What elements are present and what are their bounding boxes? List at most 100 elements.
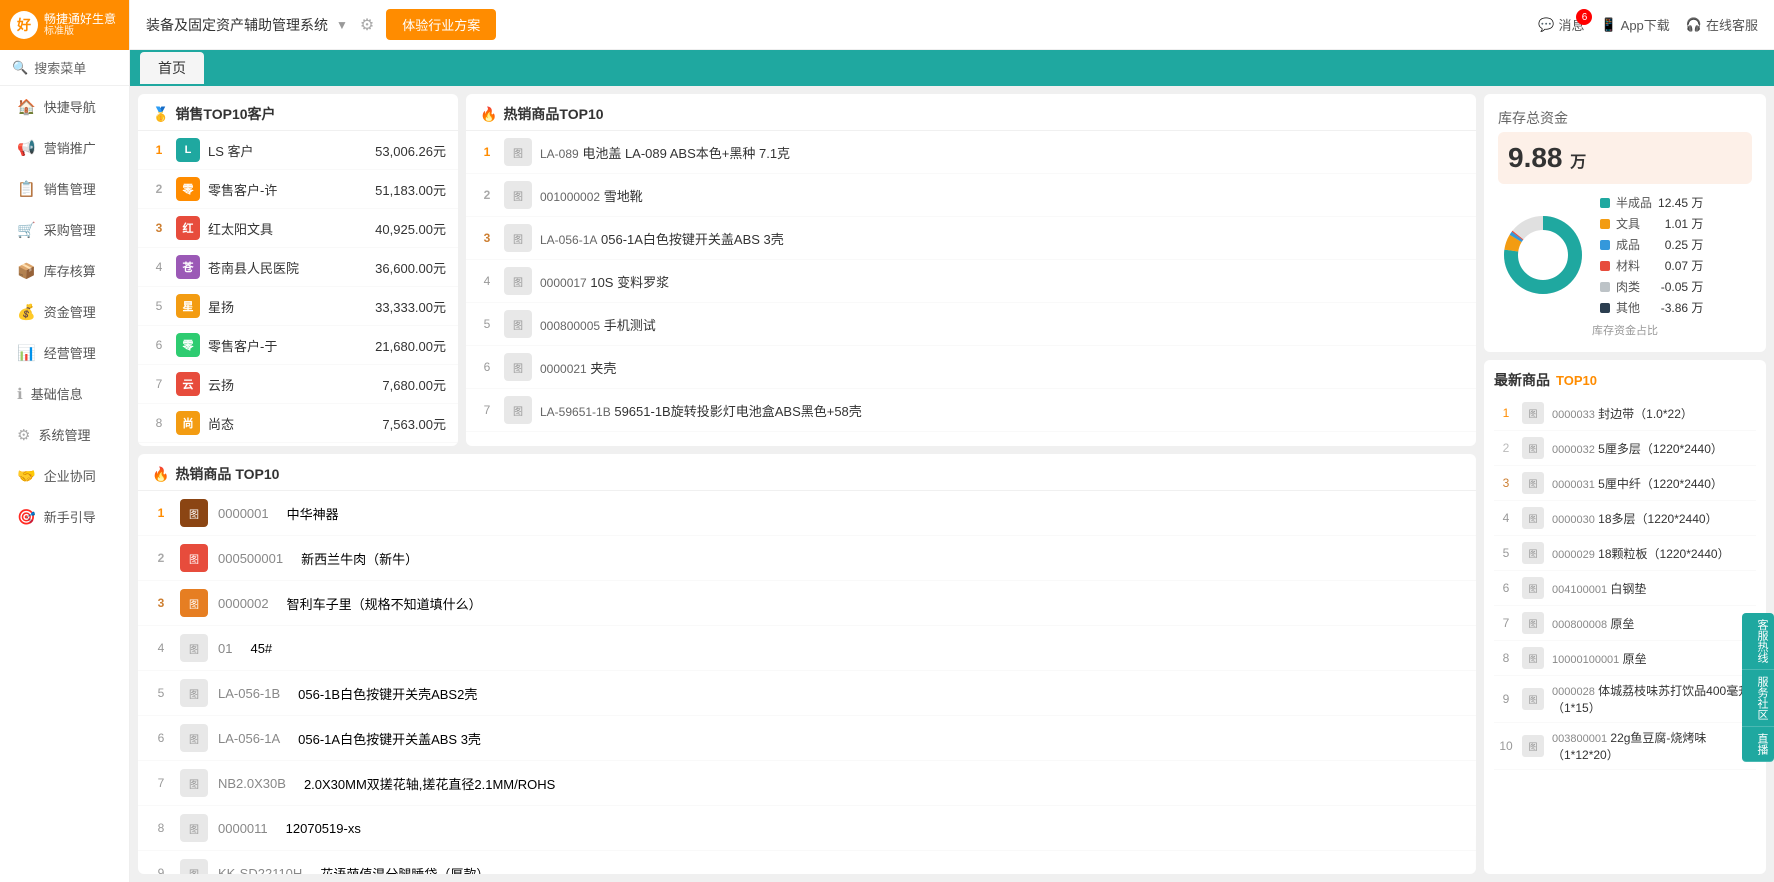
sidebar-item-sales[interactable]: 📋 销售管理: [0, 168, 129, 209]
messages-badge: 6: [1576, 9, 1592, 25]
tab-home[interactable]: 首页: [140, 52, 204, 84]
product-thumb: 图: [180, 769, 208, 797]
logo-icon: 好: [10, 11, 38, 39]
product-name: 18颗粒板（1220*2440）: [1598, 547, 1729, 561]
logo-text: 畅捷通好生意 标准版: [44, 12, 116, 38]
customer-name: 苍南县人民医院: [208, 258, 367, 277]
legend-item: 半成品 12.45 万: [1600, 194, 1703, 211]
rank-number: 10: [1498, 739, 1514, 753]
app-download-button[interactable]: 📱 App下载: [1600, 15, 1669, 34]
list-item: 7 图 000800008 原垒: [1494, 606, 1756, 641]
messages-button[interactable]: 💬 消息 6: [1538, 15, 1584, 34]
product-info: 000800008 原垒: [1552, 615, 1752, 632]
sidebar-item-operations[interactable]: 📊 经营管理: [0, 332, 129, 373]
list-item: 4 图 0000017 10S 变料罗浆: [466, 260, 1476, 303]
search-menu-label: 搜索菜单: [34, 58, 86, 77]
rank-number: 5: [150, 299, 168, 313]
rank-number: 7: [1498, 616, 1514, 630]
list-item: 8 图 0000011 12070519-xs: [138, 806, 1476, 851]
product-name: 手机测试: [604, 318, 656, 333]
search-menu[interactable]: 🔍 搜索菜单: [0, 50, 129, 86]
sidebar-item-purchase[interactable]: 🛒 采购管理: [0, 209, 129, 250]
product-info: 0000021 夹壳: [540, 358, 1464, 377]
list-item: 3 图 0000031 5厘中纤（1220*2440）: [1494, 466, 1756, 501]
list-item: 9 图 KK-SD22110H 花语萌值温分腿睡袋（厚款）: [138, 851, 1476, 874]
product-code: 000800005: [540, 319, 600, 333]
product-name: 056-1B白色按键开关壳ABS2壳: [298, 684, 477, 703]
phone-icon: 📱: [1600, 17, 1616, 33]
legend-item: 文具 1.01 万: [1600, 215, 1703, 232]
sidebar-item-finance[interactable]: 💰 资金管理: [0, 291, 129, 332]
topbar-system: 装备及固定资产辅助管理系统 ▼: [146, 15, 348, 35]
rank-number: 7: [150, 377, 168, 391]
product-code: 0000011: [218, 821, 268, 836]
cs-community-button[interactable]: 服务社区: [1742, 670, 1774, 727]
product-code: 0000031: [1552, 479, 1595, 491]
sidebar-item-basic-info[interactable]: ℹ 基础信息: [0, 373, 129, 414]
product-code: 10000100001: [1552, 654, 1619, 666]
list-item: 6 图 004100001 白钢垫: [1494, 571, 1756, 606]
customer-name: 零售客户-许: [208, 180, 367, 199]
list-item: 8 图 10000100001 原垒: [1494, 641, 1756, 676]
product-info: 0000028 体城荔枝味苏打饮品400毫升（1*15）: [1552, 682, 1752, 716]
home-icon: 🏠: [17, 98, 36, 116]
product-code: 0000032: [1552, 444, 1595, 456]
table-row: 6 零 零售客户-于 21,680.00元: [138, 326, 458, 365]
app-download-label: App下载: [1621, 15, 1670, 34]
product-thumb: 图: [180, 679, 208, 707]
customer-value: 7,680.00元: [382, 375, 446, 394]
product-code: LA-056-1A: [218, 731, 280, 746]
headset-icon: 🎧: [1686, 17, 1702, 33]
legend-label: 半成品: [1616, 194, 1652, 211]
sidebar-item-home[interactable]: 🏠 快捷导航: [0, 86, 129, 127]
trial-button[interactable]: 体验行业方案: [386, 9, 496, 40]
table-row: 4 苍 苍南县人民医院 36,600.00元: [138, 248, 458, 287]
online-service-label: 在线客服: [1706, 15, 1758, 34]
product-code: LA-056-1A: [540, 233, 597, 247]
rank-number: 6: [1498, 581, 1514, 595]
rank-number: 1: [152, 506, 170, 520]
sidebar-item-label: 资金管理: [44, 302, 96, 321]
logo-name: 畅捷通好生意: [44, 12, 116, 26]
product-code: 001000002: [540, 190, 600, 204]
cs-hotline-button[interactable]: 客服热线: [1742, 613, 1774, 670]
table-row: 7 云 云扬 7,680.00元: [138, 365, 458, 404]
product-name: 59651-1B旋转投影灯电池盒ABS黑色+58壳: [614, 404, 861, 419]
right-panel: 库存总资金 9.88 万: [1484, 86, 1774, 882]
sidebar-item-marketing[interactable]: 📢 营销推广: [0, 127, 129, 168]
dropdown-arrow-icon[interactable]: ▼: [336, 18, 348, 32]
list-item: 3 图 0000002 智利车子里（规格不知道填什么）: [138, 581, 1476, 626]
product-thumb: 图: [1522, 688, 1544, 710]
sidebar-item-label: 采购管理: [44, 220, 96, 239]
legend-label: 成品: [1616, 236, 1659, 253]
list-item: 10 图 003800001 22g鱼豆腐-烧烤味（1*12*20）: [1494, 723, 1756, 770]
rank-number: 9: [1498, 692, 1514, 706]
legend-dot: [1600, 219, 1610, 229]
sidebar-item-system[interactable]: ⚙ 系统管理: [0, 414, 129, 455]
product-thumb: 图: [504, 310, 532, 338]
sidebar-item-collab[interactable]: 🤝 企业协同: [0, 455, 129, 496]
product-thumb: 图: [504, 396, 532, 424]
product-code: KK-SD22110H: [218, 866, 302, 875]
list-item: 2 图 000500001 新西兰牛肉（新牛）: [138, 536, 1476, 581]
product-info: 0000033 封边带（1.0*22）: [1552, 405, 1752, 422]
sidebar-item-inventory[interactable]: 📦 库存核算: [0, 250, 129, 291]
online-service-button[interactable]: 🎧 在线客服: [1686, 15, 1758, 34]
rank-number: 3: [478, 231, 496, 245]
table-row: 5 星 星扬 33,333.00元: [138, 287, 458, 326]
legend-value: 1.01 万: [1665, 215, 1704, 232]
customer-name: 星扬: [208, 297, 367, 316]
product-name: 智利车子里（规格不知道填什么）: [287, 594, 482, 613]
product-code: 0000033: [1552, 409, 1595, 421]
list-item: 6 图 0000021 夹壳: [466, 346, 1476, 389]
product-info: 0000031 5厘中纤（1220*2440）: [1552, 475, 1752, 492]
customer-name: 尚态: [208, 414, 374, 433]
sidebar-item-guide[interactable]: 🎯 新手引导: [0, 496, 129, 537]
product-name: 夹壳: [590, 361, 616, 376]
rank-number: 5: [152, 686, 170, 700]
cs-live-button[interactable]: 直播: [1742, 727, 1774, 762]
settings-icon[interactable]: ⚙: [360, 15, 374, 35]
hot-products-header: 🔥 热销商品TOP10: [466, 94, 1476, 131]
product-info: 0000017 10S 变料罗浆: [540, 272, 1464, 291]
legend-label: 文具: [1616, 215, 1659, 232]
